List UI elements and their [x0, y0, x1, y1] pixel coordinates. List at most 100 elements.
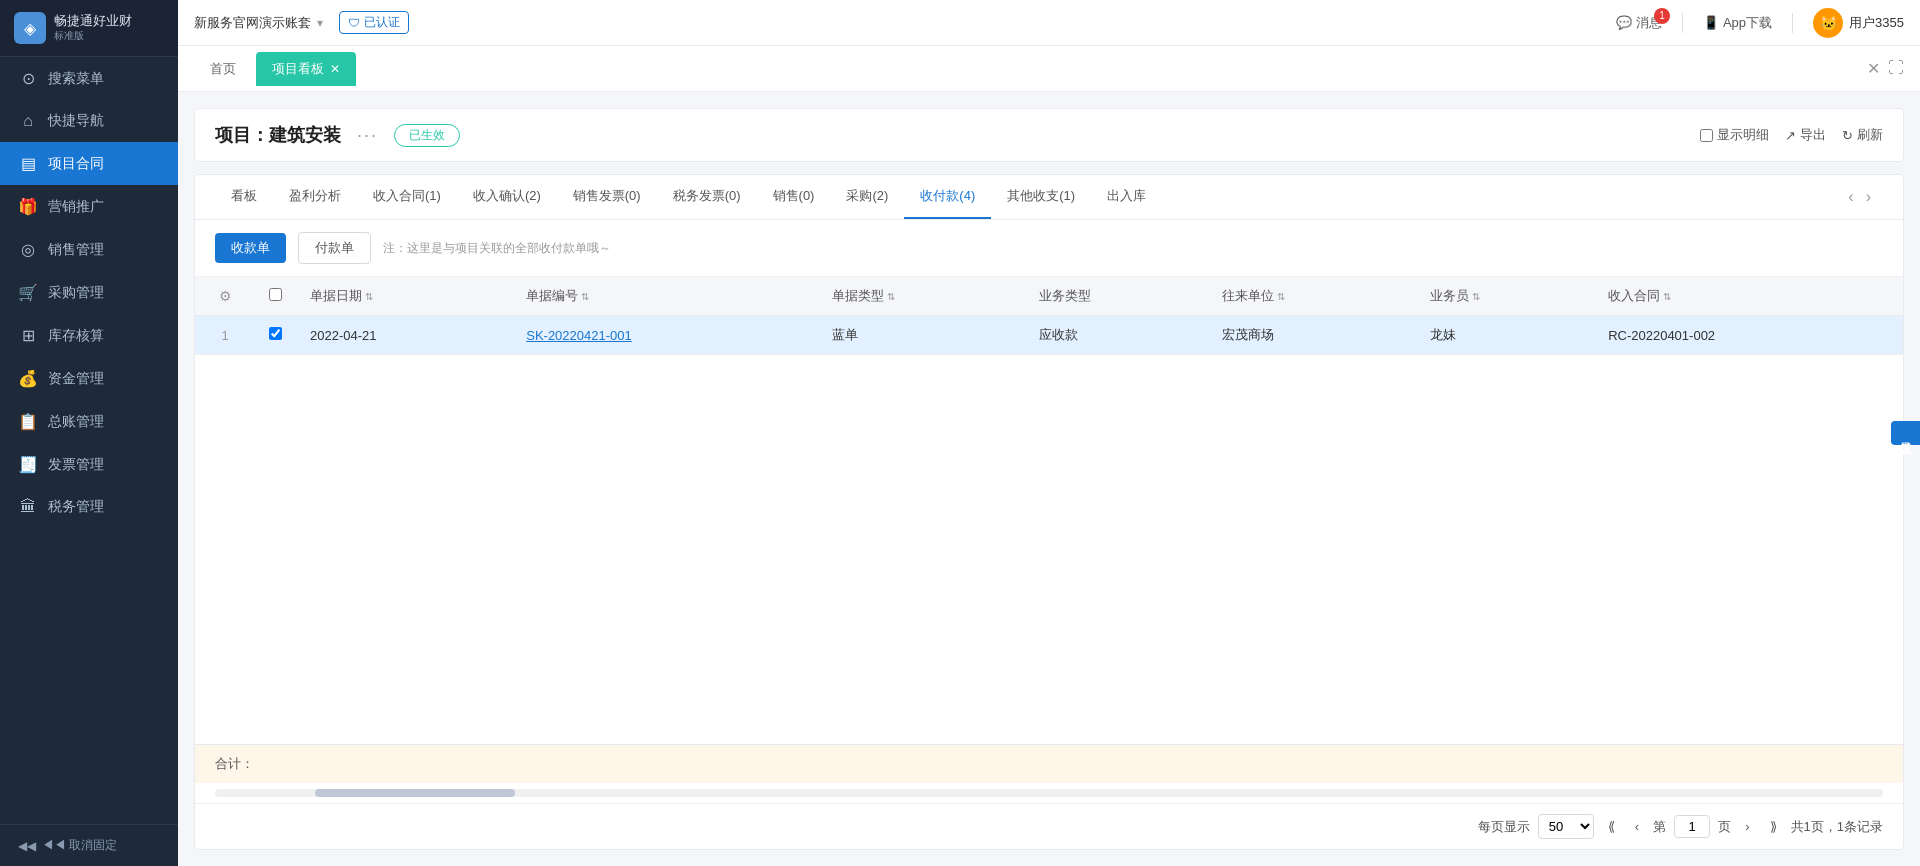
tab-board[interactable]: 项目看板 ✕ — [256, 52, 356, 86]
first-page-btn[interactable]: ⟪ — [1602, 817, 1621, 836]
sidebar-item-finance[interactable]: 💰资金管理 — [0, 357, 178, 400]
sidebar-label-sales: 销售管理 — [48, 241, 104, 259]
tab-home[interactable]: 首页 — [194, 52, 252, 86]
feedback-button[interactable]: 意见反馈 — [1891, 421, 1920, 445]
subtab-prev-icon[interactable]: ‹ — [1844, 184, 1857, 210]
col-gear[interactable]: ⚙ — [195, 277, 255, 316]
export-button[interactable]: ↗ 导出 — [1785, 126, 1826, 144]
per-page-select[interactable]: 50 10 20 100 — [1538, 814, 1594, 839]
sidebar-label-inventory: 库存核算 — [48, 327, 104, 345]
row-checkbox[interactable] — [269, 327, 282, 340]
main-panel: 看板 盈利分析 收入合同(1) 收入确认(2) 销售发票(0) 税务发票(0) … — [194, 174, 1904, 850]
pagination: 每页显示 50 10 20 100 ⟪ ‹ 第 页 › ⟫ 共1页，1条记录 — [195, 803, 1903, 849]
last-page-btn[interactable]: ⟫ — [1764, 817, 1783, 836]
sidebar-item-purchase[interactable]: 🛒采购管理 — [0, 271, 178, 314]
table-row: 1 2022-04-21 SK-20220421-001 蓝单 应收款 宏茂商场… — [195, 316, 1903, 355]
subtab-tax-invoice[interactable]: 税务发票(0) — [657, 175, 757, 219]
subtab-other[interactable]: 其他收支(1) — [991, 175, 1091, 219]
project-more-icon[interactable]: ··· — [357, 125, 378, 146]
main-content: 新服务官网演示账套 ▾ 🛡 已认证 💬 消息 1 📱 App下载 🐱 用户335… — [178, 0, 1920, 866]
sidebar-label-project: 项目合同 — [48, 155, 104, 173]
subtab-inout[interactable]: 出入库 — [1091, 175, 1162, 219]
col-checkbox — [255, 277, 296, 316]
sidebar-item-project[interactable]: ▤项目合同 — [0, 142, 178, 185]
close-window-icon[interactable]: ✕ — [1867, 59, 1880, 78]
per-page-label: 每页显示 — [1478, 818, 1530, 836]
marketing-icon: 🎁 — [18, 197, 38, 216]
message-button[interactable]: 💬 消息 1 — [1616, 14, 1662, 32]
page-label: 第 — [1653, 818, 1666, 836]
sidebar-item-inventory[interactable]: ⊞库存核算 — [0, 314, 178, 357]
subtab-income-confirm[interactable]: 收入确认(2) — [457, 175, 557, 219]
user-avatar: 🐱 — [1813, 8, 1843, 38]
phone-icon: 📱 — [1703, 15, 1719, 30]
show-detail-toggle[interactable]: 显示明细 — [1700, 126, 1769, 144]
subtab-receipt[interactable]: 收付款(4) — [904, 175, 991, 219]
subtab-purchase[interactable]: 采购(2) — [830, 175, 904, 219]
sidebar-item-ledger[interactable]: 📋总账管理 — [0, 400, 178, 443]
col-biz-type: 业务类型 — [1025, 277, 1208, 316]
subtab-nav: 看板 盈利分析 收入合同(1) 收入确认(2) 销售发票(0) 税务发票(0) … — [195, 175, 1903, 220]
invoice-icon: 🧾 — [18, 455, 38, 474]
sidebar-item-invoice[interactable]: 🧾 发票管理 — [0, 443, 178, 486]
subtab-sales-invoice[interactable]: 销售发票(0) — [557, 175, 657, 219]
username: 用户3355 — [1849, 14, 1904, 32]
row-number[interactable]: SK-20220421-001 — [512, 316, 818, 355]
sidebar: ◈ 畅捷通好业财 标准版 ⊙搜索菜单 ⌂ 快捷导航 ▤项目合同🎁营销推广◎销售管理🛒采… — [0, 0, 178, 866]
subtab-income-contract[interactable]: 收入合同(1) — [357, 175, 457, 219]
scroll-thumb[interactable] — [315, 789, 515, 797]
subtab-next-icon[interactable]: › — [1862, 184, 1875, 210]
subtab-arrows: ‹ › — [1836, 184, 1883, 210]
subtab-sales[interactable]: 销售(0) — [757, 175, 831, 219]
sidebar-label-quicknav: 快捷导航 — [48, 112, 104, 130]
receipt-button[interactable]: 收款单 — [215, 233, 286, 263]
payment-button[interactable]: 付款单 — [298, 232, 371, 264]
row-income-contract: RC-20220401-002 — [1594, 316, 1903, 355]
col-number[interactable]: 单据编号 — [512, 277, 818, 316]
sidebar-unpin-button[interactable]: ◀◀ ◀◀ 取消固定 — [0, 824, 178, 866]
subtab-kanban[interactable]: 看板 — [215, 175, 273, 219]
show-detail-checkbox[interactable] — [1700, 129, 1713, 142]
quicknav-icon: ⌂ — [18, 112, 38, 130]
project-header: 项目：建筑安装 ··· 已生效 显示明细 ↗ 导出 ↻ 刷新 — [194, 108, 1904, 162]
row-salesperson: 龙妹 — [1416, 316, 1594, 355]
col-income-contract[interactable]: 收入合同 — [1594, 277, 1903, 316]
sidebar-item-search[interactable]: ⊙搜索菜单 — [0, 57, 178, 100]
tax-icon: 🏛 — [18, 498, 38, 516]
sidebar-label-invoice: 发票管理 — [48, 456, 104, 474]
receipt-table: ⚙ 单据日期 单据编号 单据类型 业务类型 往来单位 业务员 收入合同 — [195, 277, 1903, 355]
export-icon: ↗ — [1785, 128, 1796, 143]
sidebar-label-purchase: 采购管理 — [48, 284, 104, 302]
sidebar-item-marketing[interactable]: 🎁营销推广 — [0, 185, 178, 228]
project-selector[interactable]: 新服务官网演示账套 ▾ — [194, 14, 323, 32]
sidebar-item-quicknav[interactable]: ⌂ 快捷导航 — [0, 100, 178, 142]
col-date[interactable]: 单据日期 — [296, 277, 512, 316]
action-hint: 注：这里是与项目关联的全部收付款单哦～ — [383, 240, 611, 257]
search-icon: ⊙ — [18, 69, 38, 88]
tab-close-icon[interactable]: ✕ — [330, 62, 340, 76]
unpin-icon: ◀◀ — [18, 839, 36, 853]
app-download-button[interactable]: 📱 App下载 — [1703, 14, 1772, 32]
row-checkbox-cell — [255, 316, 296, 355]
row-type: 蓝单 — [818, 316, 1026, 355]
maximize-window-icon[interactable]: ⛶ — [1888, 59, 1904, 78]
page-input[interactable] — [1674, 815, 1710, 838]
prev-page-btn[interactable]: ‹ — [1629, 817, 1645, 836]
sidebar-header: ◈ 畅捷通好业财 标准版 — [0, 0, 178, 57]
user-menu-button[interactable]: 🐱 用户3355 — [1813, 8, 1904, 38]
row-index: 1 — [195, 316, 255, 355]
select-all-checkbox[interactable] — [269, 288, 282, 301]
scroll-area — [195, 783, 1903, 803]
col-type[interactable]: 单据类型 — [818, 277, 1026, 316]
row-partner: 宏茂商场 — [1208, 316, 1416, 355]
subtab-list: 看板 盈利分析 收入合同(1) 收入确认(2) 销售发票(0) 税务发票(0) … — [215, 175, 1836, 219]
sidebar-item-tax[interactable]: 🏛税务管理 — [0, 486, 178, 528]
col-salesperson[interactable]: 业务员 — [1416, 277, 1594, 316]
project-title: 项目：建筑安装 — [215, 123, 341, 147]
project-dropdown-icon: ▾ — [317, 16, 323, 30]
col-partner[interactable]: 往来单位 — [1208, 277, 1416, 316]
refresh-button[interactable]: ↻ 刷新 — [1842, 126, 1883, 144]
next-page-btn[interactable]: › — [1739, 817, 1755, 836]
subtab-profit[interactable]: 盈利分析 — [273, 175, 357, 219]
sidebar-item-sales[interactable]: ◎销售管理 — [0, 228, 178, 271]
